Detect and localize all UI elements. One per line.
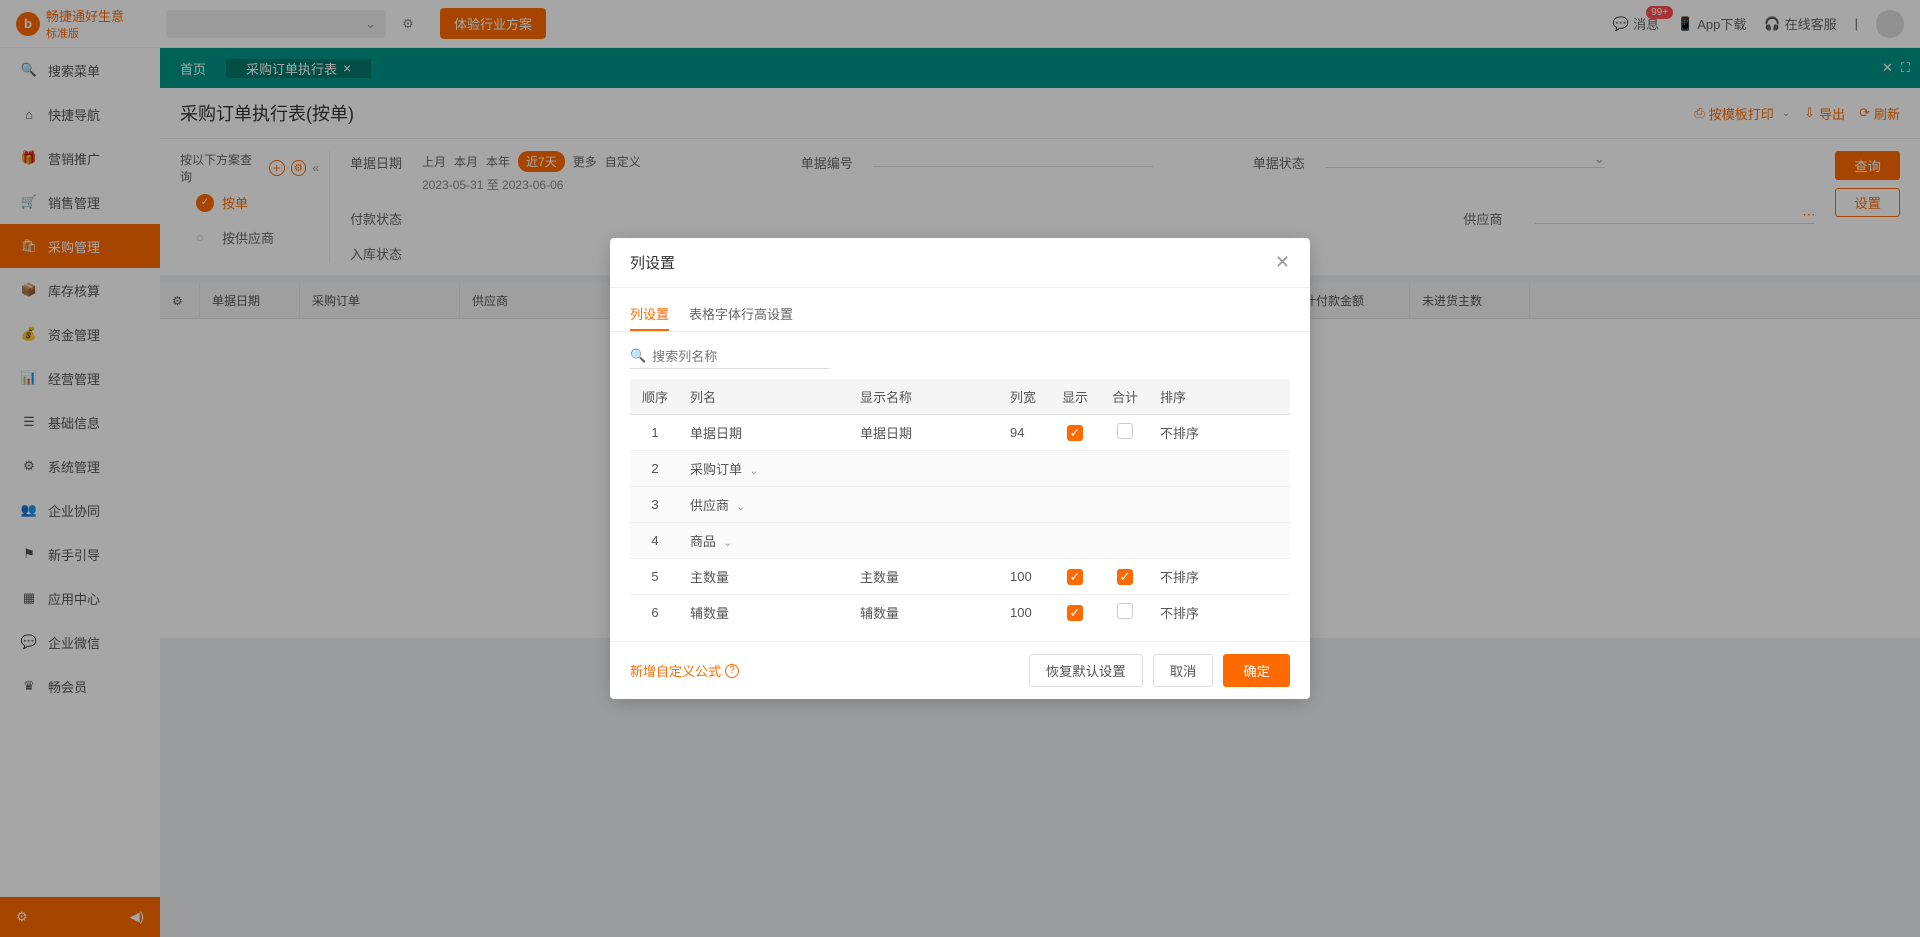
cell-width[interactable]: 94 bbox=[1000, 415, 1050, 451]
sum-checkbox[interactable]: ✓ bbox=[1117, 569, 1133, 585]
cell-name: 供应商 ⌄ bbox=[680, 487, 1290, 523]
chevron-down-icon: ⌄ bbox=[737, 502, 745, 513]
config-group-row[interactable]: 3供应商 ⌄ bbox=[630, 487, 1290, 523]
cell-sort[interactable]: 不排序 bbox=[1150, 559, 1290, 595]
cancel-button[interactable]: 取消 bbox=[1153, 654, 1214, 687]
search-input[interactable] bbox=[652, 349, 830, 364]
cell-order: 4 bbox=[630, 523, 680, 559]
cell-name: 单据日期 bbox=[680, 415, 850, 451]
restore-button[interactable]: 恢复默认设置 bbox=[1029, 654, 1143, 687]
th-order: 顺序 bbox=[630, 379, 680, 415]
show-checkbox[interactable]: ✓ bbox=[1067, 425, 1083, 441]
add-formula-link[interactable]: 新增自定义公式 ? bbox=[630, 661, 739, 680]
cell-name: 主数量 bbox=[680, 559, 850, 595]
modal-tab[interactable]: 表格字体行高设置 bbox=[689, 298, 793, 331]
th-sort: 排序 bbox=[1150, 379, 1290, 415]
cell-display[interactable]: 主数量 bbox=[850, 559, 1000, 595]
sum-checkbox[interactable] bbox=[1117, 603, 1133, 619]
modal-overlay: 列设置 ✕ 列设置表格字体行高设置 🔍 顺序 列名 显示名称 列宽 显示 bbox=[0, 0, 1920, 937]
config-row: 5主数量主数量100✓✓不排序 bbox=[630, 559, 1290, 595]
th-sum: 合计 bbox=[1100, 379, 1150, 415]
cell-display[interactable]: 辅数量 bbox=[850, 595, 1000, 630]
show-checkbox[interactable]: ✓ bbox=[1067, 605, 1083, 621]
column-settings-modal: 列设置 ✕ 列设置表格字体行高设置 🔍 顺序 列名 显示名称 列宽 显示 bbox=[610, 238, 1310, 699]
search-box: 🔍 bbox=[630, 344, 830, 369]
cell-name: 采购订单 ⌄ bbox=[680, 451, 1290, 487]
config-row: 1单据日期单据日期94✓不排序 bbox=[630, 415, 1290, 451]
th-width: 列宽 bbox=[1000, 379, 1050, 415]
show-checkbox[interactable]: ✓ bbox=[1067, 569, 1083, 585]
th-show: 显示 bbox=[1050, 379, 1100, 415]
chevron-down-icon: ⌄ bbox=[750, 466, 758, 477]
help-icon[interactable]: ? bbox=[725, 664, 739, 678]
cell-order: 5 bbox=[630, 559, 680, 595]
chevron-down-icon: ⌄ bbox=[724, 538, 732, 549]
cell-order: 1 bbox=[630, 415, 680, 451]
cell-width[interactable]: 100 bbox=[1000, 595, 1050, 630]
cell-sort[interactable]: 不排序 bbox=[1150, 595, 1290, 630]
modal-title: 列设置 bbox=[630, 252, 675, 273]
cell-name: 辅数量 bbox=[680, 595, 850, 630]
confirm-button[interactable]: 确定 bbox=[1223, 654, 1290, 687]
config-table: 顺序 列名 显示名称 列宽 显示 合计 排序 1单据日期单据日期94✓不排序2采… bbox=[630, 379, 1290, 629]
cell-order: 6 bbox=[630, 595, 680, 630]
cell-order: 3 bbox=[630, 487, 680, 523]
cell-width[interactable]: 100 bbox=[1000, 559, 1050, 595]
modal-tab[interactable]: 列设置 bbox=[630, 298, 669, 331]
config-row: 6辅数量辅数量100✓不排序 bbox=[630, 595, 1290, 630]
close-icon[interactable]: ✕ bbox=[1275, 252, 1290, 273]
cell-display[interactable]: 单据日期 bbox=[850, 415, 1000, 451]
cell-name: 商品 ⌄ bbox=[680, 523, 1290, 559]
cell-order: 2 bbox=[630, 451, 680, 487]
sum-checkbox[interactable] bbox=[1117, 423, 1133, 439]
th-display: 显示名称 bbox=[850, 379, 1000, 415]
th-name: 列名 bbox=[680, 379, 850, 415]
config-group-row[interactable]: 4商品 ⌄ bbox=[630, 523, 1290, 559]
config-group-row[interactable]: 2采购订单 ⌄ bbox=[630, 451, 1290, 487]
cell-sort[interactable]: 不排序 bbox=[1150, 415, 1290, 451]
search-icon: 🔍 bbox=[630, 348, 646, 364]
add-formula-label: 新增自定义公式 bbox=[630, 661, 721, 680]
